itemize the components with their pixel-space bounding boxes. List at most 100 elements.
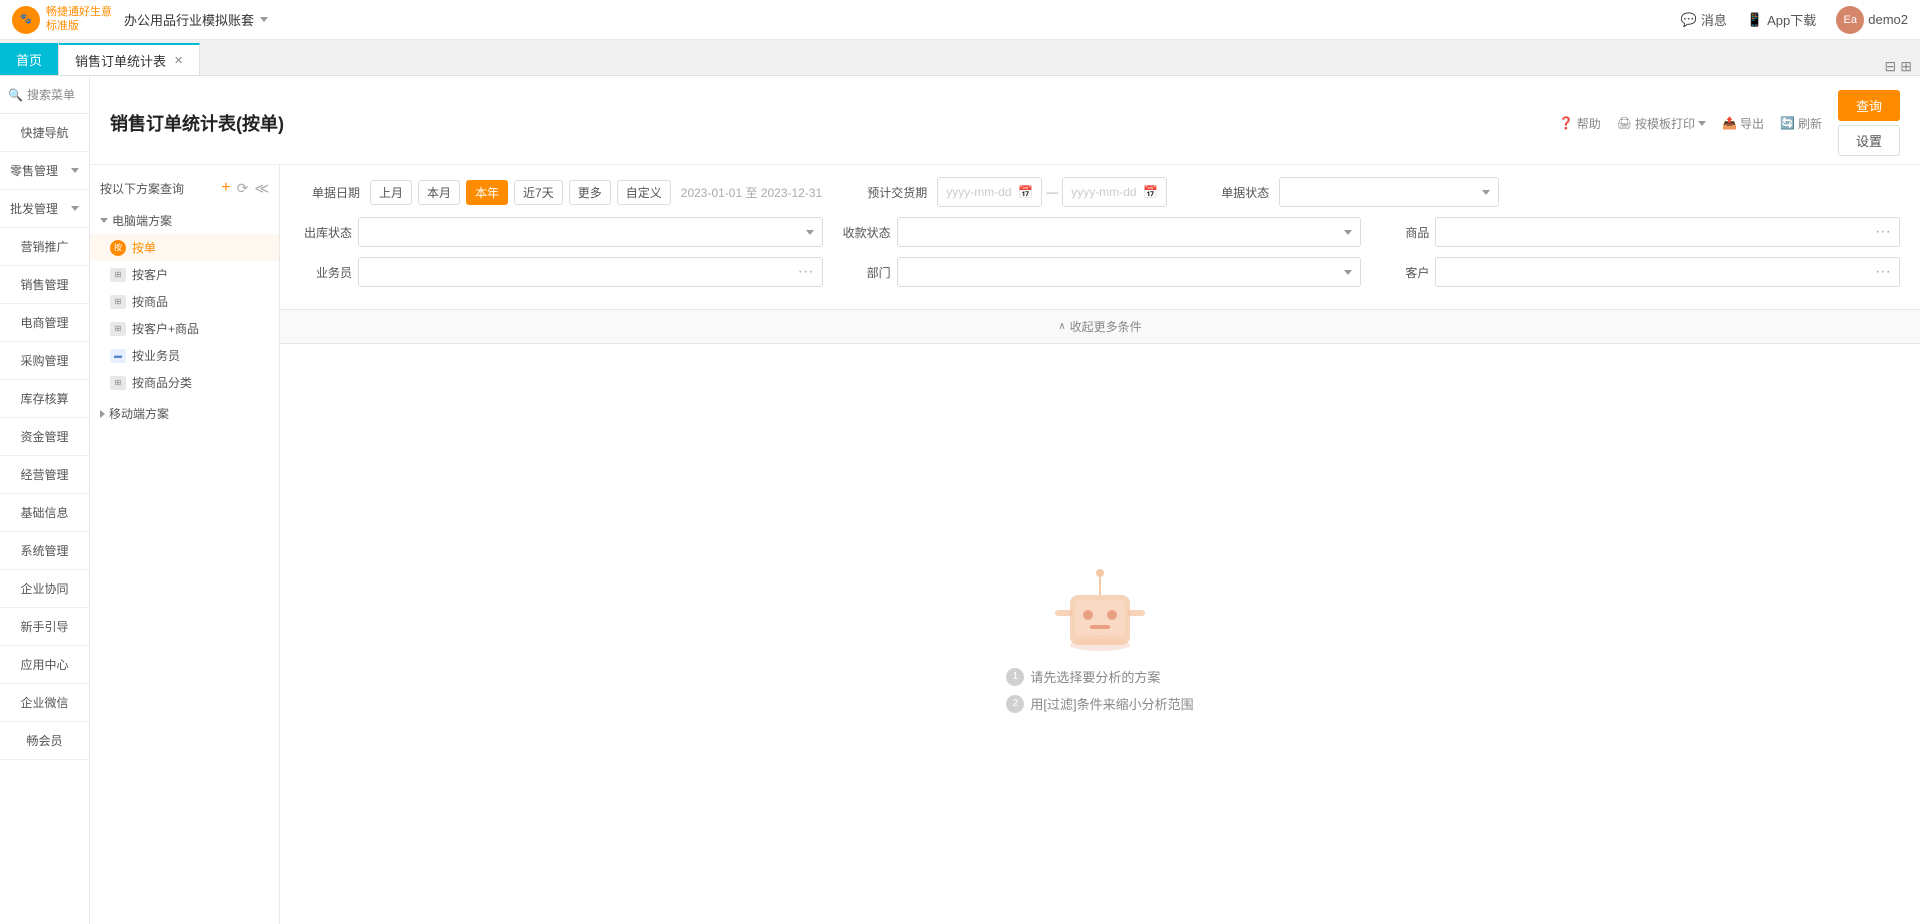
delivery-label: 出库状态 <box>300 224 352 241</box>
help-action[interactable]: ❓ 帮助 <box>1559 115 1601 132</box>
left-panel-header-icons: + ⟳ ≪ <box>221 179 269 197</box>
scheme-circle-icon: 按 <box>110 240 126 256</box>
left-panel: 按以下方案查询 + ⟳ ≪ 电脑端方案 按 按单 <box>90 165 280 924</box>
collapse-bar[interactable]: ∧ 收起更多条件 <box>280 310 1920 344</box>
sidebar-item-marketing[interactable]: 营销推广 <box>0 228 89 266</box>
calendar-end-icon: 📅 <box>1143 185 1158 199</box>
product-more-icon[interactable]: ··· <box>1875 223 1891 241</box>
delivery-select[interactable] <box>358 217 823 247</box>
user-tool[interactable]: Ea demo2 <box>1836 6 1908 34</box>
sidebar-item-retail[interactable]: 零售管理 <box>0 152 89 190</box>
expected-date-start[interactable]: yyyy-mm-dd 📅 <box>937 177 1042 207</box>
collapse-panel-icon[interactable]: ≪ <box>254 180 269 197</box>
sidebar-item-vip[interactable]: 畅会员 <box>0 722 89 760</box>
tab-home[interactable]: 首页 <box>0 43 59 75</box>
sidebar-item-wholesale[interactable]: 批发管理 <box>0 190 89 228</box>
department-select[interactable] <box>897 257 1362 287</box>
mobile-group-collapse-icon <box>100 410 105 418</box>
scheme-by-product-category[interactable]: ⊞ 按商品分类 <box>90 369 279 396</box>
logo-area: 🐾 畅捷通好生意 标准版 <box>12 6 112 34</box>
tab-sales-order-stats[interactable]: 销售订单统计表 ✕ <box>59 43 200 75</box>
export-action[interactable]: 📤 导出 <box>1722 115 1764 132</box>
chevron-up-icon <box>71 206 79 211</box>
avatar: Ea <box>1836 6 1864 34</box>
sidebar-item-basic[interactable]: 基础信息 <box>0 494 89 532</box>
date-btn-7days[interactable]: 近7天 <box>514 180 563 205</box>
tip-number-2: 2 <box>1006 695 1024 713</box>
expected-date-end[interactable]: yyyy-mm-dd 📅 <box>1062 177 1167 207</box>
date-btn-this-month[interactable]: 本月 <box>418 180 460 205</box>
scheme-by-customer-product[interactable]: ⊞ 按客户+商品 <box>90 315 279 342</box>
tab-minimize-icon[interactable]: ⊟ <box>1885 58 1897 75</box>
left-panel-header: 按以下方案查询 + ⟳ ≪ <box>90 173 279 203</box>
scheme-by-customer[interactable]: ⊞ 按客户 <box>90 261 279 288</box>
tab-controls: ⊟ ⊞ <box>1877 58 1920 75</box>
sidebar-item-ecommerce[interactable]: 电商管理 <box>0 304 89 342</box>
app-download-tool[interactable]: 📱 App下载 <box>1747 10 1816 29</box>
tab-expand-icon[interactable]: ⊞ <box>1900 58 1912 75</box>
scheme-bar-icon: ▬ <box>110 349 126 363</box>
salesperson-input[interactable]: ··· <box>358 257 823 287</box>
right-tools: 💬 消息 📱 App下载 Ea demo2 <box>1681 6 1908 34</box>
scheme-by-product[interactable]: ⊞ 按商品 <box>90 288 279 315</box>
department-chevron-icon <box>1344 270 1352 275</box>
receipt-select[interactable] <box>897 217 1362 247</box>
query-button-group: 查询 设置 <box>1838 90 1900 156</box>
date-btn-custom[interactable]: 自定义 <box>617 180 671 205</box>
sidebar-item-inventory[interactable]: 库存核算 <box>0 380 89 418</box>
scheme-by-salesperson[interactable]: ▬ 按业务员 <box>90 342 279 369</box>
department-cell: 部门 <box>839 257 1362 287</box>
customer-more-icon[interactable]: ··· <box>1875 263 1891 281</box>
delivery-chevron-icon <box>806 230 814 235</box>
app-selector[interactable]: 办公用品行业模拟账套 <box>124 10 268 29</box>
product-input[interactable]: ··· <box>1435 217 1900 247</box>
group-collapse-icon <box>100 218 108 223</box>
sidebar-item-newbie[interactable]: 新手引导 <box>0 608 89 646</box>
desktop-schemes-section: 电脑端方案 按 按单 ⊞ 按客户 ⊞ 按商品 ⊞ <box>90 203 279 400</box>
template-print-action[interactable]: 🖨 按模板打印 <box>1617 115 1706 132</box>
scheme-by-order[interactable]: 按 按单 <box>90 234 279 261</box>
scheme-grid-icon: ⊞ <box>110 322 126 336</box>
sidebar-item-finance[interactable]: 资金管理 <box>0 418 89 456</box>
sidebar-item-sales-mgmt[interactable]: 销售管理 <box>0 266 89 304</box>
query-button[interactable]: 查询 <box>1838 90 1900 121</box>
sidebar-item-enterprise-wechat[interactable]: 企业微信 <box>0 684 89 722</box>
desktop-group-header[interactable]: 电脑端方案 <box>90 207 279 234</box>
mobile-group-header[interactable]: 移动端方案 <box>90 400 279 427</box>
empty-tips: 1 请先选择要分析的方案 2 用[过滤]条件来缩小分析范围 <box>1006 667 1193 713</box>
date-btn-more[interactable]: 更多 <box>569 180 611 205</box>
sidebar-item-purchase[interactable]: 采购管理 <box>0 342 89 380</box>
message-icon: 💬 <box>1681 12 1697 28</box>
content-body: 按以下方案查询 + ⟳ ≪ 电脑端方案 按 按单 <box>90 165 1920 924</box>
date-range-text: 2023-01-01 至 2023-12-31 <box>681 184 822 201</box>
settings-button[interactable]: 设置 <box>1838 125 1900 156</box>
chevron-down-icon <box>260 17 268 22</box>
salesperson-more-icon[interactable]: ··· <box>798 263 814 281</box>
tab-bar: 首页 销售订单统计表 ✕ ⊟ ⊞ <box>0 40 1920 76</box>
sidebar-item-enterprise[interactable]: 企业协同 <box>0 570 89 608</box>
right-panel: 单据日期 上月 本月 本年 近7天 更多 自定义 2023-01-01 至 20… <box>280 165 1920 924</box>
top-nav: 🐾 畅捷通好生意 标准版 办公用品行业模拟账套 💬 消息 📱 App下载 Ea … <box>0 0 1920 40</box>
message-tool[interactable]: 💬 消息 <box>1681 10 1727 29</box>
empty-state: 1 请先选择要分析的方案 2 用[过滤]条件来缩小分析范围 <box>280 344 1920 924</box>
empty-tip-2: 2 用[过滤]条件来缩小分析范围 <box>1006 694 1193 713</box>
date-btn-last-month[interactable]: 上月 <box>370 180 412 205</box>
sidebar-item-system[interactable]: 系统管理 <box>0 532 89 570</box>
expected-date-input-pair: yyyy-mm-dd 📅 — yyyy-mm-dd 📅 <box>937 177 1177 207</box>
sidebar-item-app-center[interactable]: 应用中心 <box>0 646 89 684</box>
date-separator: — <box>1046 185 1058 199</box>
logo-text: 畅捷通好生意 标准版 <box>46 6 112 32</box>
tab-close-icon[interactable]: ✕ <box>174 54 183 67</box>
customer-input[interactable]: ··· <box>1435 257 1900 287</box>
content-area: 销售订单统计表(按单) ❓ 帮助 🖨 按模板打印 📤 导出 <box>90 76 1920 924</box>
sidebar-item-nav[interactable]: 快捷导航 <box>0 114 89 152</box>
refresh-action[interactable]: 🔄 刷新 <box>1780 115 1822 132</box>
chevron-down-icon <box>71 168 79 173</box>
add-scheme-icon[interactable]: + <box>221 179 230 197</box>
empty-illustration <box>1040 555 1160 655</box>
date-btn-this-year[interactable]: 本年 <box>466 180 508 205</box>
status-select[interactable] <box>1279 177 1499 207</box>
sidebar-item-operation[interactable]: 经营管理 <box>0 456 89 494</box>
refresh-scheme-icon[interactable]: ⟳ <box>237 180 249 197</box>
sidebar-search[interactable]: 🔍 搜索菜单 <box>0 76 89 114</box>
